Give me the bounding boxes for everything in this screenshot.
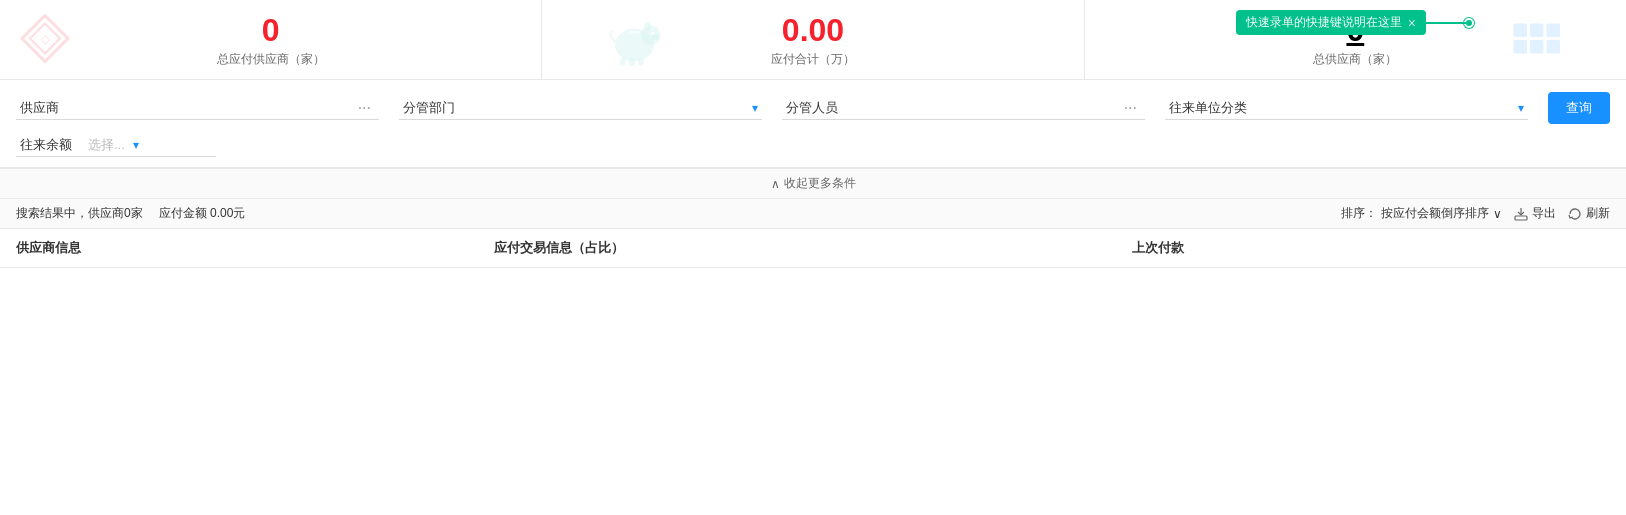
balance-dropdown-icon[interactable]: ▾ bbox=[133, 138, 139, 152]
refresh-label: 刷新 bbox=[1586, 205, 1610, 222]
unit-class-dropdown-icon[interactable]: ▾ bbox=[1518, 101, 1524, 115]
manager-field: 分管人员 ··· bbox=[782, 97, 1145, 120]
svg-point-6 bbox=[652, 34, 660, 39]
filter-row-2: 往来余额 选择... ▾ bbox=[16, 134, 1610, 167]
result-summary: 搜索结果中，供应商0家 应付金额 0.00元 bbox=[16, 205, 245, 222]
manager-input[interactable] bbox=[846, 100, 1120, 115]
table-header: 供应商信息 应付交易信息（占比） 上次付款 bbox=[0, 229, 1626, 268]
query-button[interactable]: 查询 bbox=[1548, 92, 1610, 124]
svg-rect-13 bbox=[1530, 23, 1544, 37]
department-dropdown-icon[interactable]: ▾ bbox=[752, 101, 758, 115]
svg-rect-11 bbox=[630, 30, 640, 33]
sort-button[interactable]: 排序： 按应付会额倒序排序 ∨ bbox=[1341, 205, 1502, 222]
department-field: 分管部门 ▾ bbox=[399, 97, 762, 120]
tooltip-dot bbox=[1464, 18, 1474, 28]
svg-rect-9 bbox=[630, 58, 635, 66]
sort-label: 排序： bbox=[1341, 205, 1377, 222]
balance-placeholder: 选择... bbox=[88, 136, 125, 154]
filter-row-1: 供应商 ··· 分管部门 ▾ 分管人员 ··· 往来单位分类 ▾ 查询 bbox=[16, 92, 1610, 124]
export-icon bbox=[1514, 207, 1528, 221]
tooltip-text: 快速录单的快捷键说明在这里 bbox=[1246, 14, 1402, 31]
svg-rect-15 bbox=[1513, 40, 1527, 54]
svg-rect-8 bbox=[621, 58, 626, 66]
svg-rect-16 bbox=[1530, 40, 1544, 54]
department-label: 分管部门 bbox=[403, 99, 455, 117]
result-bar: 搜索结果中，供应商0家 应付金额 0.00元 排序： 按应付会额倒序排序 ∨ 导… bbox=[0, 199, 1626, 229]
stat-label-payable: 总应付供应商（家） bbox=[217, 51, 325, 68]
supplier-field: 供应商 ··· bbox=[16, 97, 379, 120]
svg-rect-17 bbox=[1546, 40, 1560, 54]
sort-dropdown-icon: ∨ bbox=[1493, 207, 1502, 221]
collapse-label: 收起更多条件 bbox=[784, 175, 856, 192]
tooltip-bar: 快速录单的快捷键说明在这里 × bbox=[1236, 10, 1426, 35]
svg-rect-12 bbox=[1513, 23, 1527, 37]
stat-total-suppliers: 快速录单的快捷键说明在这里 × 0 总供应商（家） bbox=[1085, 0, 1626, 79]
sort-option: 按应付会额倒序排序 bbox=[1381, 205, 1489, 222]
tooltip-close-btn[interactable]: × bbox=[1408, 15, 1416, 31]
balance-field: 往来余额 选择... ▾ bbox=[16, 134, 216, 157]
svg-point-5 bbox=[645, 22, 652, 31]
unit-class-field: 往来单位分类 ▾ bbox=[1165, 97, 1528, 120]
stat-number-total: 0.00 bbox=[782, 11, 844, 49]
svg-text:◇: ◇ bbox=[41, 31, 51, 45]
supplier-label: 供应商 bbox=[20, 99, 59, 117]
stat-total-payable-suppliers: ◇ 0 总应付供应商（家） bbox=[0, 0, 542, 79]
diamond-icon: ◇ bbox=[20, 13, 70, 66]
manager-dots[interactable]: ··· bbox=[1120, 99, 1141, 117]
stat-payable-total: 0.00 应付合计（万） bbox=[542, 0, 1084, 79]
svg-point-7 bbox=[652, 32, 655, 35]
collapse-bar: ∧ 收起更多条件 bbox=[0, 168, 1626, 199]
supplier-input[interactable] bbox=[67, 100, 354, 115]
department-input[interactable] bbox=[463, 100, 752, 115]
export-button[interactable]: 导出 bbox=[1514, 205, 1556, 222]
collapse-icon: ∧ bbox=[771, 177, 780, 191]
unit-class-input[interactable] bbox=[1255, 100, 1518, 115]
col-header-payment: 上次付款 bbox=[1132, 239, 1610, 257]
svg-rect-10 bbox=[639, 58, 644, 66]
manager-label: 分管人员 bbox=[786, 99, 838, 117]
unit-class-label: 往来单位分类 bbox=[1169, 99, 1247, 117]
supplier-dots[interactable]: ··· bbox=[354, 99, 375, 117]
filter-bar: 供应商 ··· 分管部门 ▾ 分管人员 ··· 往来单位分类 ▾ 查询 往来余额 bbox=[0, 80, 1626, 168]
svg-rect-18 bbox=[1515, 216, 1527, 220]
piggy-icon bbox=[602, 6, 667, 74]
refresh-icon bbox=[1568, 207, 1582, 221]
balance-label: 往来余额 bbox=[20, 136, 72, 154]
result-actions: 排序： 按应付会额倒序排序 ∨ 导出 刷新 bbox=[1341, 205, 1610, 222]
col-header-supplier: 供应商信息 bbox=[16, 239, 494, 257]
result-supplier-count: 搜索结果中，供应商0家 bbox=[16, 205, 143, 222]
export-label: 导出 bbox=[1532, 205, 1556, 222]
building-icon bbox=[1506, 8, 1566, 71]
stat-label-total: 应付合计（万） bbox=[771, 51, 855, 68]
svg-rect-14 bbox=[1546, 23, 1560, 37]
result-amount: 应付金额 0.00元 bbox=[159, 205, 246, 222]
table-body bbox=[0, 268, 1626, 515]
refresh-button[interactable]: 刷新 bbox=[1568, 205, 1610, 222]
stat-label-suppliers: 总供应商（家） bbox=[1313, 51, 1397, 68]
stats-bar: ◇ 0 总应付供应商（家） bbox=[0, 0, 1626, 80]
col-header-transaction: 应付交易信息（占比） bbox=[494, 239, 1132, 257]
collapse-button[interactable]: ∧ 收起更多条件 bbox=[771, 175, 856, 192]
stat-number-payable: 0 bbox=[262, 11, 280, 49]
